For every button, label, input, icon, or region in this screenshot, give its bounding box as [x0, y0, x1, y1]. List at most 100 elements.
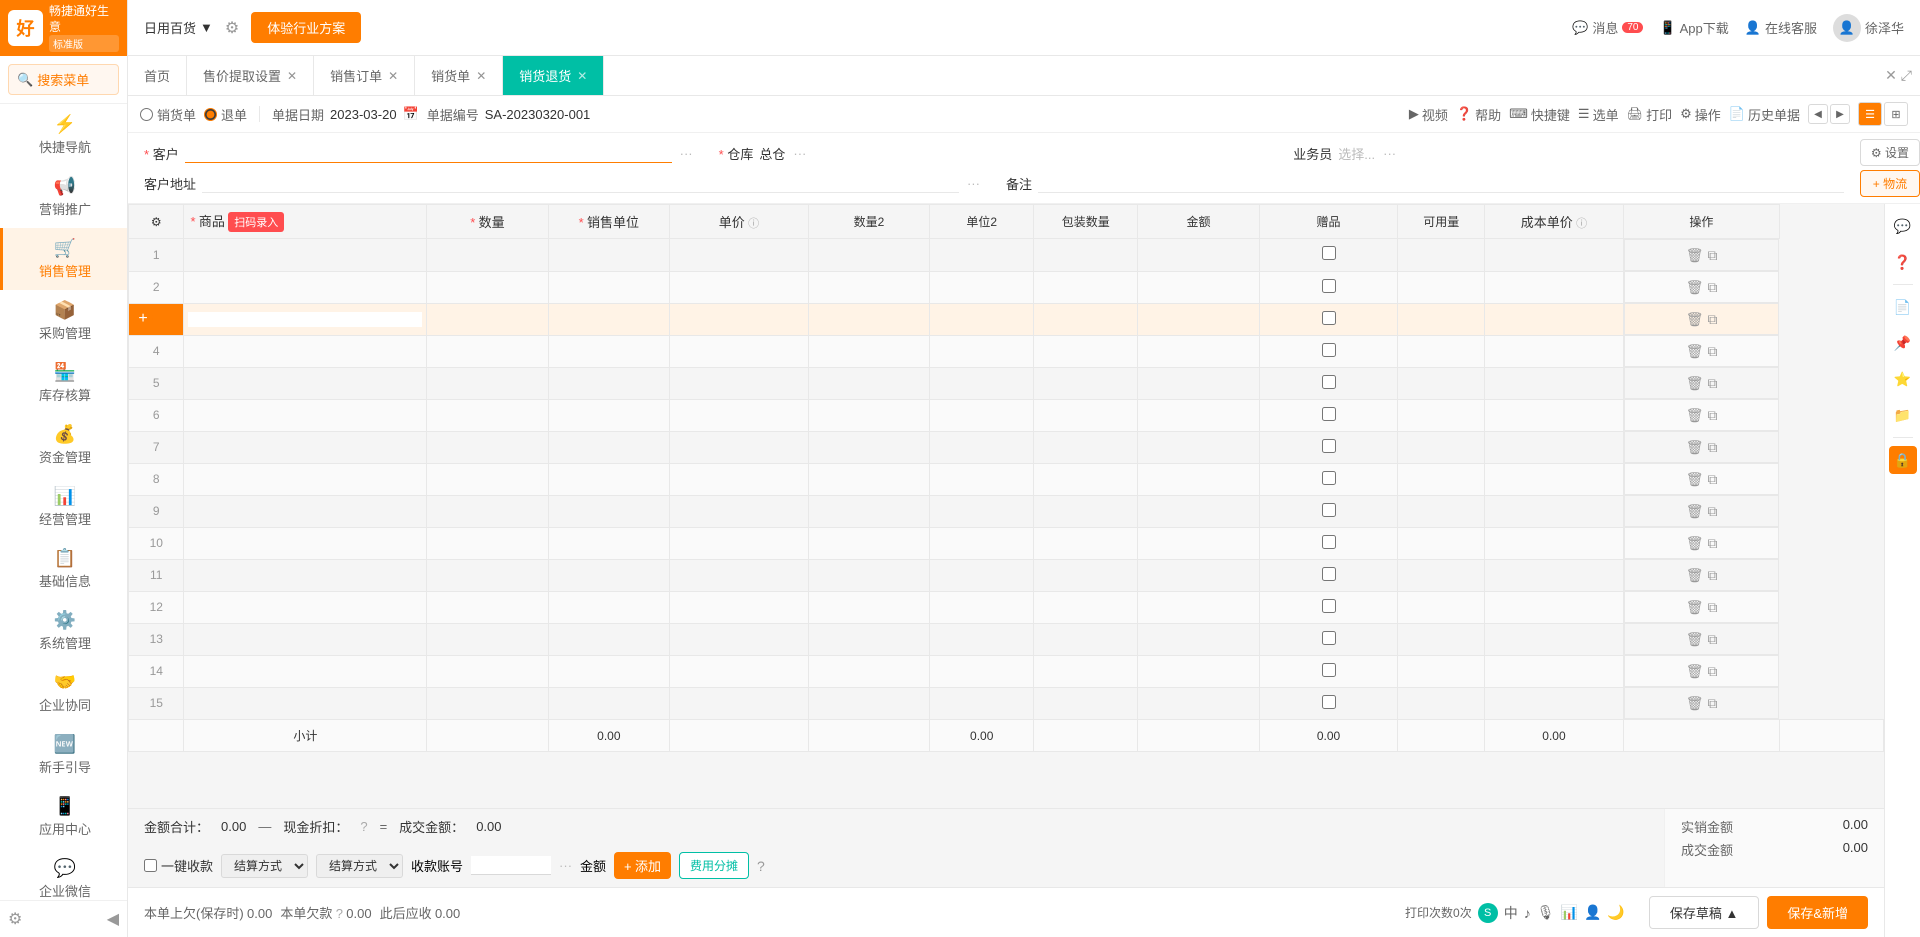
sidebar-item-finance[interactable]: 💰 资金管理: [0, 414, 127, 476]
gift-checkbox-15[interactable]: [1322, 695, 1336, 709]
warehouse-dots[interactable]: ···: [791, 146, 808, 161]
sidebar-item-apps[interactable]: 📱 应用中心: [0, 786, 127, 848]
operate-action[interactable]: ⚙ 操作: [1680, 105, 1721, 124]
account-dots[interactable]: ···: [559, 858, 572, 873]
copy-row-icon-13[interactable]: ⧉: [1708, 631, 1718, 648]
cell-product-3[interactable]: [184, 303, 427, 335]
tab-close-sales[interactable]: ✕: [476, 69, 486, 83]
experience-btn[interactable]: 体验行业方案: [251, 12, 361, 43]
status-icon-1[interactable]: S: [1478, 903, 1498, 923]
radio-return[interactable]: 退单: [204, 105, 247, 124]
copy-row-icon-9[interactable]: ⧉: [1708, 503, 1718, 520]
side-help-icon[interactable]: ❓: [1889, 248, 1917, 276]
delete-row-icon-14[interactable]: 🗑: [1686, 663, 1704, 680]
sidebar-item-enterprise[interactable]: 🤝 企业协同: [0, 662, 127, 724]
staff-dots[interactable]: ···: [1381, 146, 1398, 161]
topbar-gear-icon[interactable]: ⚙: [225, 18, 239, 38]
sidebar-item-shortcut[interactable]: ⚡ 快捷导航: [0, 104, 127, 166]
delete-row-icon-7[interactable]: 🗑: [1686, 439, 1704, 456]
tab-price-setting[interactable]: 售价提取设置 ✕: [187, 56, 314, 95]
status-icon-2[interactable]: 中: [1504, 903, 1518, 923]
customer-dots[interactable]: ···: [678, 146, 695, 161]
settlement-select[interactable]: 结算方式: [221, 854, 308, 878]
sidebar-item-wechat[interactable]: 💬 企业微信: [0, 848, 127, 900]
side-folder-icon[interactable]: 📁: [1889, 401, 1917, 429]
logistics-btn[interactable]: + 物流: [1860, 170, 1920, 197]
status-icon-4[interactable]: 🎙: [1537, 904, 1555, 921]
delete-row-icon-2[interactable]: 🗑: [1686, 279, 1704, 296]
delete-row-icon-1[interactable]: 🗑: [1686, 247, 1704, 264]
address-dots[interactable]: ···: [965, 176, 982, 191]
industry-dropdown[interactable]: 日用百货 ▼: [144, 18, 213, 37]
side-active-icon[interactable]: 🔒: [1889, 446, 1917, 474]
scan-input-btn[interactable]: 扫码录入: [228, 212, 284, 232]
gift-checkbox-14[interactable]: [1322, 663, 1336, 677]
delete-row-icon-4[interactable]: 🗑: [1686, 343, 1704, 360]
side-chat-icon[interactable]: 💬: [1889, 212, 1917, 240]
delete-row-icon-10[interactable]: 🗑: [1686, 535, 1704, 552]
cost-info-icon[interactable]: ⓘ: [1576, 218, 1587, 230]
tab-home[interactable]: 首页: [128, 56, 187, 95]
status-icon-3[interactable]: ♪: [1524, 905, 1531, 921]
sidebar-item-sales[interactable]: 🛒 销售管理: [0, 228, 127, 290]
delete-row-icon-8[interactable]: 🗑: [1686, 471, 1704, 488]
copy-row-icon-4[interactable]: ⧉: [1708, 343, 1718, 360]
remark-input[interactable]: [1038, 173, 1844, 193]
side-doc-icon[interactable]: 📄: [1889, 293, 1917, 321]
expense-help-icon[interactable]: ?: [757, 858, 765, 874]
gift-checkbox-7[interactable]: [1322, 439, 1336, 453]
status-icon-5[interactable]: 📊: [1561, 904, 1578, 921]
copy-row-icon-14[interactable]: ⧉: [1708, 663, 1718, 680]
app-download-btn[interactable]: 📱 App下载: [1659, 18, 1728, 37]
tab-close-all-icon[interactable]: ✕: [1885, 67, 1897, 84]
help-action[interactable]: ❓ 帮助: [1456, 105, 1501, 124]
next-arrow[interactable]: ▶: [1830, 104, 1850, 124]
search-menu-button[interactable]: 🔍 搜索菜单: [8, 64, 119, 95]
select-action[interactable]: ☰ 选单: [1578, 105, 1619, 124]
address-input[interactable]: [202, 173, 959, 193]
gift-checkbox-13[interactable]: [1322, 631, 1336, 645]
settings-btn[interactable]: ⚙ 设置: [1860, 139, 1920, 166]
grid-view-btn[interactable]: ⊞: [1884, 102, 1908, 126]
gift-checkbox-8[interactable]: [1322, 471, 1336, 485]
tab-sales-order[interactable]: 销售订单 ✕: [314, 56, 415, 95]
price-info-icon[interactable]: ⓘ: [748, 218, 759, 230]
account-input[interactable]: [471, 856, 551, 875]
copy-row-icon-15[interactable]: ⧉: [1708, 695, 1718, 712]
gift-checkbox-5[interactable]: [1322, 375, 1336, 389]
calc-method-select[interactable]: 结算方式: [316, 854, 403, 878]
tab-sales-return[interactable]: 销货退货 ✕: [503, 56, 604, 95]
copy-row-icon-5[interactable]: ⧉: [1708, 375, 1718, 392]
col-settings-header[interactable]: ⚙: [129, 205, 184, 239]
delete-row-icon-5[interactable]: 🗑: [1686, 375, 1704, 392]
delete-row-icon-13[interactable]: 🗑: [1686, 631, 1704, 648]
save-new-btn[interactable]: 保存&新增: [1767, 896, 1868, 929]
debt-help-icon[interactable]: ?: [336, 906, 343, 921]
tab-expand-icon[interactable]: ⤢: [1901, 67, 1912, 84]
copy-row-icon-10[interactable]: ⧉: [1708, 535, 1718, 552]
sidebar-item-purchase[interactable]: 📦 采购管理: [0, 290, 127, 352]
copy-row-icon-6[interactable]: ⧉: [1708, 407, 1718, 424]
delete-row-icon-9[interactable]: 🗑: [1686, 503, 1704, 520]
message-btn[interactable]: 💬 消息 70: [1572, 18, 1643, 37]
user-profile[interactable]: 👤 徐泽华: [1833, 14, 1904, 42]
delete-row-icon-6[interactable]: 🗑: [1686, 407, 1704, 424]
status-icon-7[interactable]: 🌙: [1607, 904, 1624, 921]
print-action[interactable]: 🖨 打印: [1627, 105, 1673, 124]
cash-discount-help[interactable]: ?: [360, 819, 367, 834]
gift-checkbox-9[interactable]: [1322, 503, 1336, 517]
customer-input[interactable]: [185, 143, 672, 163]
status-icon-6[interactable]: 👤: [1584, 904, 1601, 921]
delete-row-icon-3[interactable]: 🗑: [1686, 311, 1704, 328]
list-view-btn[interactable]: ☰: [1858, 102, 1882, 126]
gift-checkbox-10[interactable]: [1322, 535, 1336, 549]
copy-row-icon-1[interactable]: ⧉: [1708, 247, 1718, 264]
sidebar-item-inventory[interactable]: 🏪 库存核算: [0, 352, 127, 414]
gift-checkbox-12[interactable]: [1322, 599, 1336, 613]
one-click-pay-checkbox[interactable]: 一键收款: [144, 856, 213, 875]
copy-row-icon-3[interactable]: ⧉: [1708, 311, 1718, 328]
video-action[interactable]: ▶ 视频: [1409, 105, 1448, 124]
gift-checkbox-2[interactable]: [1322, 279, 1336, 293]
tab-close-sales-order[interactable]: ✕: [388, 69, 398, 83]
sidebar-item-marketing[interactable]: 📢 营销推广: [0, 166, 127, 228]
